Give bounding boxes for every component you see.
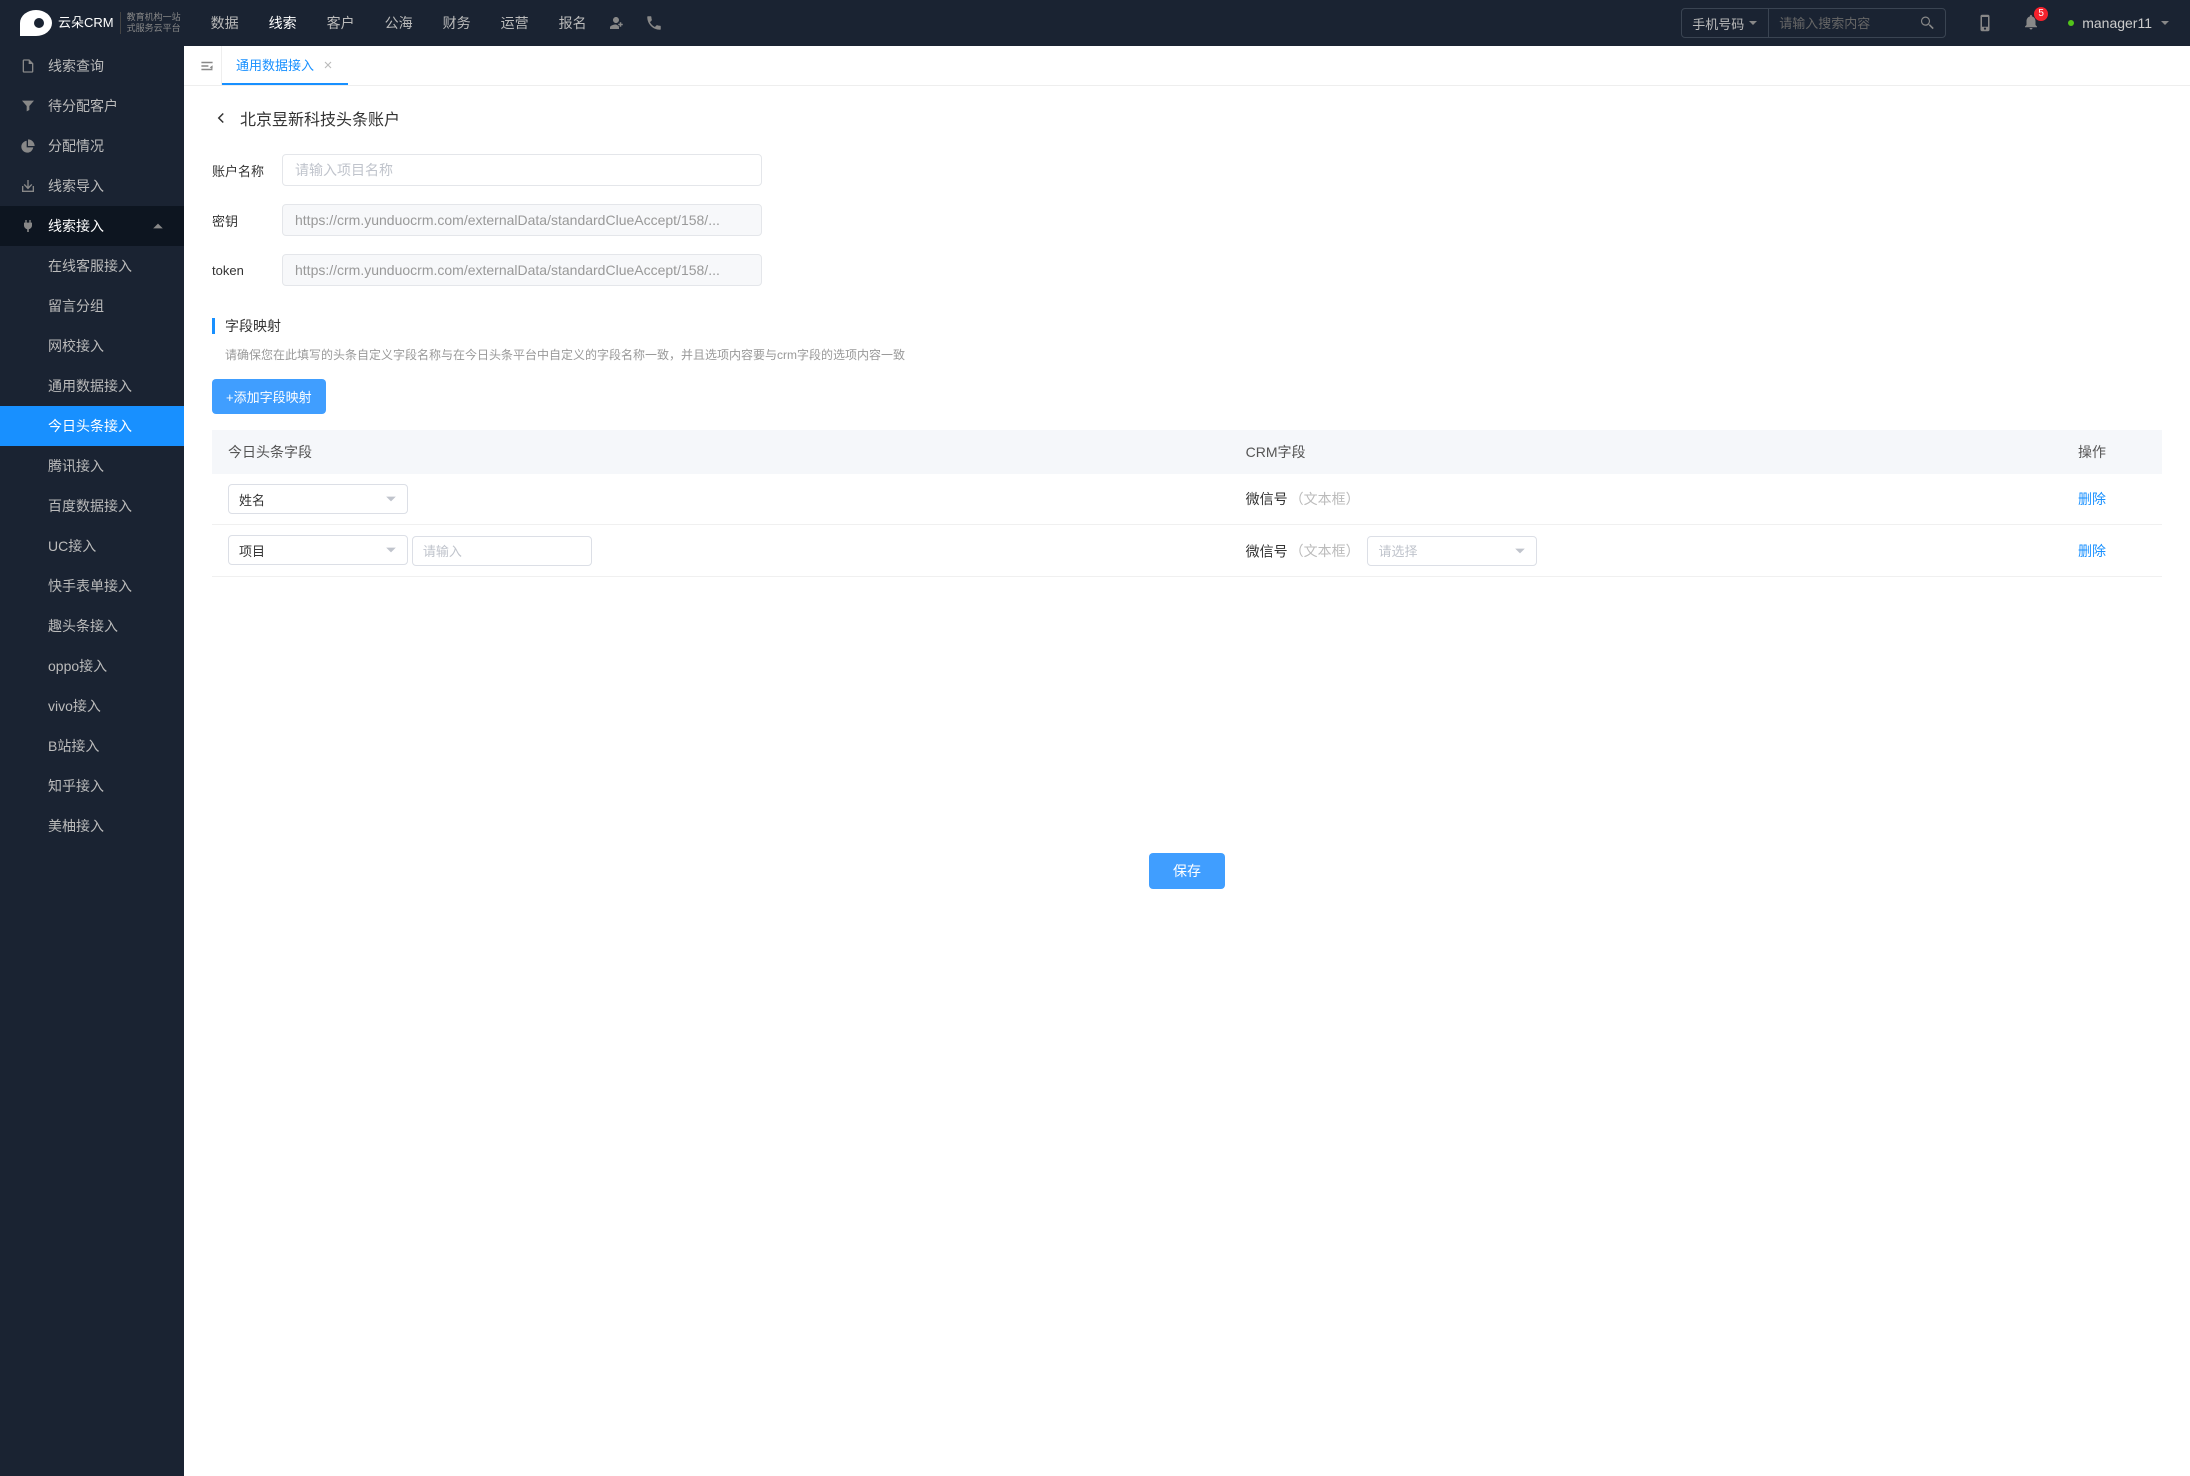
account-name-label: 账户名称 xyxy=(212,161,282,180)
sidebar-item[interactable]: 线索接入 xyxy=(0,206,184,246)
field-mapping-table: 今日头条字段 CRM字段 操作 姓名微信号（文本框）删除项目 微信号（文本框） … xyxy=(212,430,2162,577)
search-button[interactable] xyxy=(1909,9,1945,37)
sidebar: 线索查询待分配客户分配情况线索导入线索接入在线客服接入留言分组网校接入通用数据接… xyxy=(0,46,184,1476)
sidebar-item[interactable]: 待分配客户 xyxy=(0,86,184,126)
brand-name: 云朵CRM xyxy=(58,16,114,30)
search-box: 手机号码 xyxy=(1681,8,1946,38)
sidebar-subitem[interactable]: 美柚接入 xyxy=(0,806,184,846)
delete-row-link[interactable]: 删除 xyxy=(2078,543,2106,559)
token-label: token xyxy=(212,263,282,278)
page-footer: 保存 xyxy=(212,837,2162,909)
brand-subtitle: 教育机构一站 式服务云平台 xyxy=(120,12,181,34)
sidebar-subitem[interactable]: B站接入 xyxy=(0,726,184,766)
menu-fold-icon xyxy=(200,59,214,73)
nav-item[interactable]: 公海 xyxy=(385,13,413,33)
plug-icon xyxy=(20,218,36,234)
sidebar-item[interactable]: 分配情况 xyxy=(0,126,184,166)
table-row: 项目 微信号（文本框） 请选择 删除 xyxy=(212,525,2162,577)
notification-badge: 5 xyxy=(2034,7,2048,21)
chevron-down-icon xyxy=(2160,18,2170,28)
sidebar-subitem[interactable]: vivo接入 xyxy=(0,686,184,726)
top-nav: 数据 线索 客户 公海 财务 运营 报名 xyxy=(211,13,587,33)
user-add-icon[interactable] xyxy=(607,14,625,32)
back-button[interactable] xyxy=(212,109,230,127)
tabs-bar: 通用数据接入 xyxy=(184,46,2190,86)
sidebar-subitem[interactable]: 通用数据接入 xyxy=(0,366,184,406)
logo-cloud-icon xyxy=(20,10,52,36)
crm-field-label: 微信号 xyxy=(1246,491,1288,507)
phone-icon[interactable] xyxy=(645,14,663,32)
chevron-down-icon xyxy=(1514,545,1526,557)
sidebar-subitem[interactable]: 知乎接入 xyxy=(0,766,184,806)
search-type-label: 手机号码 xyxy=(1692,14,1744,33)
mobile-icon[interactable] xyxy=(1976,14,1994,32)
nav-item[interactable]: 数据 xyxy=(211,13,239,33)
sidebar-subitem[interactable]: 腾讯接入 xyxy=(0,446,184,486)
main-area: 通用数据接入 北京昱新科技头条账户 账户名称 密钥 xyxy=(184,46,2190,1476)
tt-field-select[interactable]: 项目 xyxy=(228,535,408,565)
app-header: 云朵CRM 教育机构一站 式服务云平台 数据 线索 客户 公海 财务 运营 报名 手机号码 xyxy=(0,0,2190,46)
add-field-mapping-button[interactable]: +添加字段映射 xyxy=(212,379,326,414)
sidebar-subitem[interactable]: 网校接入 xyxy=(0,326,184,366)
sidebar-subitem[interactable]: 快手表单接入 xyxy=(0,566,184,606)
nav-item[interactable]: 运营 xyxy=(501,13,529,33)
status-dot xyxy=(2068,20,2074,26)
clipboard-icon xyxy=(20,58,36,74)
crm-field-select[interactable]: 请选择 xyxy=(1367,536,1537,566)
section-hint: 请确保您在此填写的头条自定义字段名称与在今日头条平台中自定义的字段名称一致，并且… xyxy=(212,346,2162,363)
page-content: 北京昱新科技头条账户 账户名称 密钥 token 字段映射 xyxy=(184,86,2190,1476)
sidebar-subitem[interactable]: 在线客服接入 xyxy=(0,246,184,286)
table-row: 姓名 微信号（文本框） 删除 xyxy=(212,474,2162,525)
sidebar-subitem[interactable]: 今日头条接入 xyxy=(0,406,184,446)
logo[interactable]: 云朵CRM 教育机构一站 式服务云平台 xyxy=(20,10,181,36)
sidebar-subitem[interactable]: 百度数据接入 xyxy=(0,486,184,526)
sidebar-item[interactable]: 线索导入 xyxy=(0,166,184,206)
save-button[interactable]: 保存 xyxy=(1149,853,1225,889)
tab-label: 通用数据接入 xyxy=(236,55,314,74)
search-icon xyxy=(1918,14,1936,32)
chevron-down-icon xyxy=(385,493,397,505)
pie-icon xyxy=(20,138,36,154)
section-accent-bar xyxy=(212,318,215,334)
chevron-down-icon xyxy=(385,544,397,556)
sidebar-subitem[interactable]: oppo接入 xyxy=(0,646,184,686)
chevron-left-icon xyxy=(212,109,230,127)
chevron-down-icon xyxy=(1748,18,1758,28)
crm-field-type: （文本框） xyxy=(1290,543,1360,559)
nav-item[interactable]: 线索 xyxy=(269,13,297,33)
nav-item[interactable]: 客户 xyxy=(327,13,355,33)
key-label: 密钥 xyxy=(212,211,282,230)
tab-active[interactable]: 通用数据接入 xyxy=(222,46,348,85)
sidebar-subitem[interactable]: UC接入 xyxy=(0,526,184,566)
chevron-up-icon xyxy=(152,220,164,232)
search-input[interactable] xyxy=(1769,16,1909,31)
sidebar-subitem[interactable]: 留言分组 xyxy=(0,286,184,326)
col-action: 操作 xyxy=(2062,430,2162,474)
tt-field-select[interactable]: 姓名 xyxy=(228,484,408,514)
username-label: manager11 xyxy=(2082,15,2152,31)
search-type-select[interactable]: 手机号码 xyxy=(1682,9,1769,37)
col-crm-field: CRM字段 xyxy=(1230,430,2062,474)
account-name-input[interactable] xyxy=(282,154,762,186)
crm-field-label: 微信号 xyxy=(1246,543,1288,559)
section-title: 字段映射 xyxy=(225,316,281,336)
close-icon[interactable] xyxy=(322,59,334,71)
sidebar-item[interactable]: 线索查询 xyxy=(0,46,184,86)
crm-field-type: （文本框） xyxy=(1290,491,1360,507)
notifications[interactable]: 5 xyxy=(2022,13,2040,34)
export-icon xyxy=(20,178,36,194)
delete-row-link[interactable]: 删除 xyxy=(2078,491,2106,507)
sidebar-subitem[interactable]: 趣头条接入 xyxy=(0,606,184,646)
user-menu[interactable]: manager11 xyxy=(2068,15,2170,31)
token-input[interactable] xyxy=(282,254,762,286)
nav-item[interactable]: 报名 xyxy=(559,13,587,33)
funnel-icon xyxy=(20,98,36,114)
tt-field-extra-input[interactable] xyxy=(412,536,592,566)
key-input[interactable] xyxy=(282,204,762,236)
page-title: 北京昱新科技头条账户 xyxy=(240,106,400,130)
col-tt-field: 今日头条字段 xyxy=(212,430,1230,474)
sidebar-toggle[interactable] xyxy=(192,46,222,85)
nav-item[interactable]: 财务 xyxy=(443,13,471,33)
